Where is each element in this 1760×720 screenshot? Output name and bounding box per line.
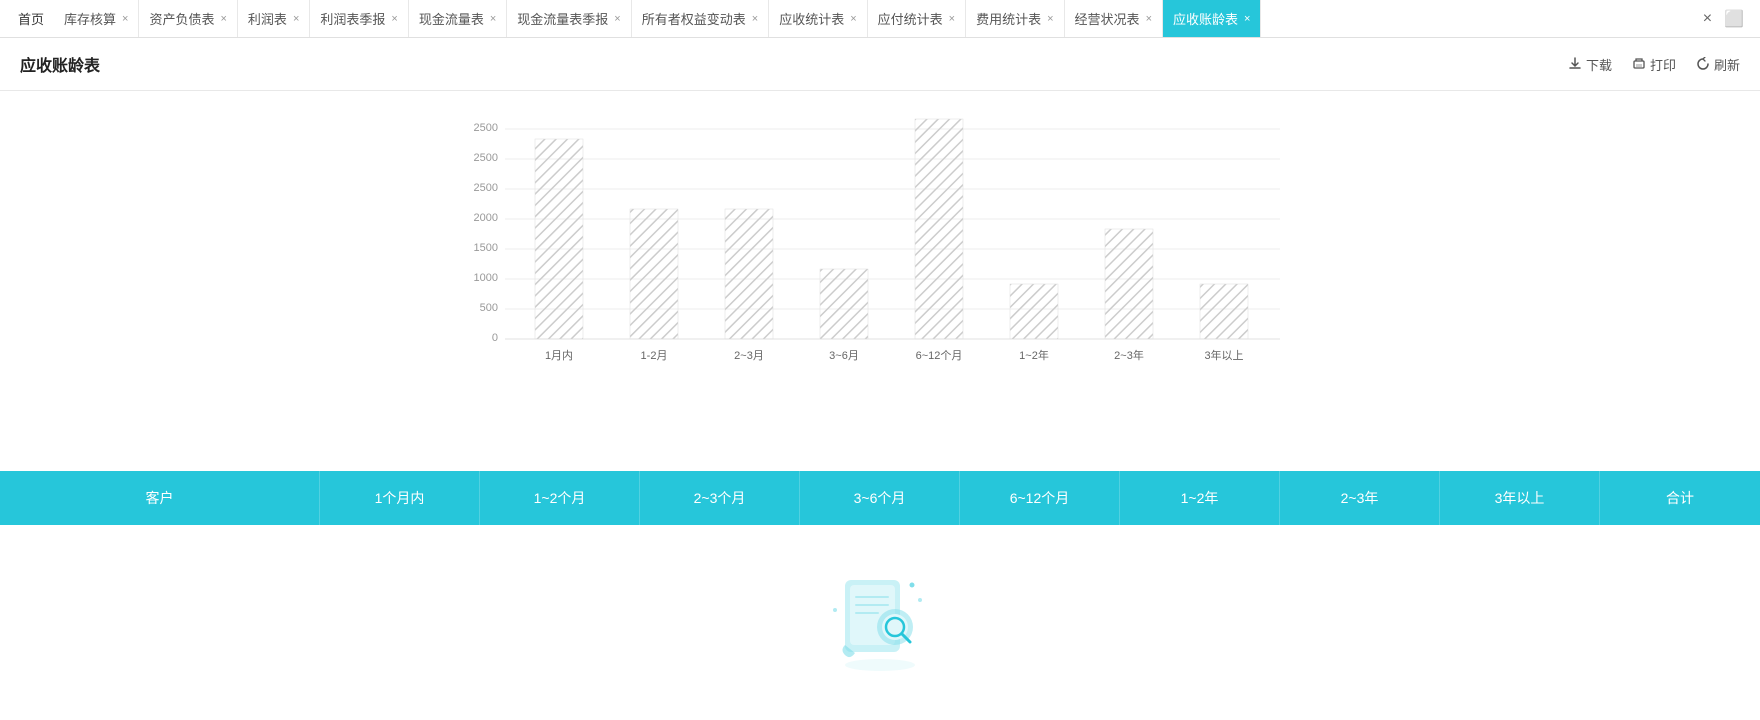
tab-inventory[interactable]: 库存核算 × (54, 0, 139, 38)
th-total: 合计 (1600, 471, 1760, 525)
chart-container: 2500 2500 2500 2000 1500 1000 500 0 (430, 111, 1330, 394)
tab-expense-close[interactable]: × (1047, 13, 1053, 25)
svg-text:1500: 1500 (474, 242, 498, 254)
th-6-12months: 6~12个月 (960, 471, 1120, 525)
tab-expense-stats[interactable]: 费用统计表 × (966, 0, 1064, 38)
tab-profit-close[interactable]: × (293, 13, 299, 25)
svg-text:6~12个月: 6~12个月 (916, 349, 963, 362)
content-area: 应收账龄表 下载 打印 (0, 38, 1760, 720)
tab-ap-stats[interactable]: 应付统计表 × (868, 0, 966, 38)
tab-cashflow-quarterly-close[interactable]: × (614, 13, 620, 25)
th-3-6months: 3~6个月 (800, 471, 960, 525)
svg-text:2~3年: 2~3年 (1114, 348, 1144, 362)
tab-equity-close[interactable]: × (752, 13, 758, 25)
svg-text:2~3月: 2~3月 (734, 350, 764, 362)
download-icon (1568, 57, 1582, 71)
th-1-2months: 1~2个月 (480, 471, 640, 525)
tab-ar-stats[interactable]: 应收统计表 × (769, 0, 867, 38)
tab-operations-label: 经营状况表 (1075, 9, 1140, 28)
app-layout: 首页 库存核算 × 资产负债表 × 利润表 × 利润表季报 × 现金流量表 × … (0, 0, 1760, 720)
tab-profit-quarterly[interactable]: 利润表季报 × (310, 0, 408, 38)
tab-bar: 首页 库存核算 × 资产负债表 × 利润表 × 利润表季报 × 现金流量表 × … (0, 0, 1760, 38)
print-button[interactable]: 打印 (1632, 55, 1676, 74)
refresh-label: 刷新 (1714, 55, 1740, 74)
svg-text:3~6月: 3~6月 (829, 350, 859, 362)
tab-cashflow-quarterly-label: 现金流量表季报 (517, 9, 608, 28)
bar-chart: 2500 2500 2500 2000 1500 1000 500 0 (430, 111, 1330, 391)
tab-inventory-label: 库存核算 (64, 9, 116, 28)
tab-cashflow-quarterly[interactable]: 现金流量表季报 × (507, 0, 631, 38)
download-button[interactable]: 下载 (1568, 55, 1612, 74)
svg-text:1~2年: 1~2年 (1019, 348, 1049, 362)
tab-balance-close[interactable]: × (220, 13, 226, 25)
tab-ap-stats-close[interactable]: × (949, 13, 955, 25)
tab-home[interactable]: 首页 (8, 0, 54, 38)
tab-balance-sheet-label: 资产负债表 (149, 9, 214, 28)
page-header: 应收账龄表 下载 打印 (0, 38, 1760, 91)
tab-cashflow-close[interactable]: × (490, 13, 496, 25)
header-actions: 下载 打印 (1568, 55, 1740, 74)
tab-equity[interactable]: 所有者权益变动表 × (632, 0, 769, 38)
print-icon (1632, 57, 1646, 71)
page-title: 应收账龄表 (20, 52, 100, 76)
th-2-3months: 2~3个月 (640, 471, 800, 525)
refresh-icon (1696, 57, 1710, 71)
tab-ar-stats-close[interactable]: × (850, 13, 856, 25)
svg-text:3年以上: 3年以上 (1204, 348, 1243, 362)
tab-balance-sheet[interactable]: 资产负债表 × (139, 0, 237, 38)
th-1-2years: 1~2年 (1120, 471, 1280, 525)
empty-state (0, 525, 1760, 715)
page-panel: 应收账龄表 下载 打印 (0, 38, 1760, 720)
svg-text:0: 0 (492, 332, 498, 344)
tab-profit-label: 利润表 (248, 9, 287, 28)
tab-operations-close[interactable]: × (1146, 13, 1152, 25)
table-header: 客户 1个月内 1~2个月 2~3个月 3~6个月 6~12 (0, 471, 1760, 525)
scrollable-content[interactable]: 2500 2500 2500 2000 1500 1000 500 0 (0, 91, 1760, 720)
svg-text:2500: 2500 (474, 182, 498, 194)
print-label: 打印 (1650, 55, 1676, 74)
svg-text:1-2月: 1-2月 (641, 350, 668, 362)
window-controls: × ⬜ (1703, 9, 1752, 29)
svg-text:1月内: 1月内 (545, 348, 573, 362)
tab-equity-label: 所有者权益变动表 (642, 9, 746, 28)
tab-ar-stats-label: 应收统计表 (779, 9, 844, 28)
download-label: 下载 (1586, 55, 1612, 74)
close-window-button[interactable]: × (1703, 10, 1712, 28)
tab-ar-aging-close[interactable]: × (1244, 13, 1250, 25)
tab-profit[interactable]: 利润表 × (238, 0, 310, 38)
tab-cashflow-label: 现金流量表 (419, 9, 484, 28)
chart-area: 2500 2500 2500 2000 1500 1000 500 0 (0, 91, 1760, 471)
tab-profit-quarterly-close[interactable]: × (391, 13, 397, 25)
tab-home-label: 首页 (18, 9, 44, 28)
svg-text:1000: 1000 (474, 272, 498, 284)
tab-cashflow[interactable]: 现金流量表 × (409, 0, 507, 38)
th-1month: 1个月内 (320, 471, 480, 525)
refresh-button[interactable]: 刷新 (1696, 55, 1740, 74)
th-2-3years: 2~3年 (1280, 471, 1440, 525)
svg-text:2500: 2500 (474, 152, 498, 164)
maximize-window-button[interactable]: ⬜ (1724, 9, 1744, 29)
tab-inventory-close[interactable]: × (122, 13, 128, 25)
svg-text:2000: 2000 (474, 212, 498, 224)
th-customer: 客户 (0, 471, 320, 525)
tab-profit-quarterly-label: 利润表季报 (320, 9, 385, 28)
svg-text:2500: 2500 (474, 122, 498, 134)
tab-ar-aging[interactable]: 应收账龄表 × (1163, 0, 1261, 38)
empty-state-icon (820, 565, 940, 675)
tab-ap-stats-label: 应付统计表 (878, 9, 943, 28)
svg-text:500: 500 (480, 302, 498, 314)
tab-ar-aging-label: 应收账龄表 (1173, 9, 1238, 28)
tab-expense-stats-label: 费用统计表 (976, 9, 1041, 28)
th-3plus-years: 3年以上 (1440, 471, 1600, 525)
tab-operations[interactable]: 经营状况表 × (1065, 0, 1163, 38)
